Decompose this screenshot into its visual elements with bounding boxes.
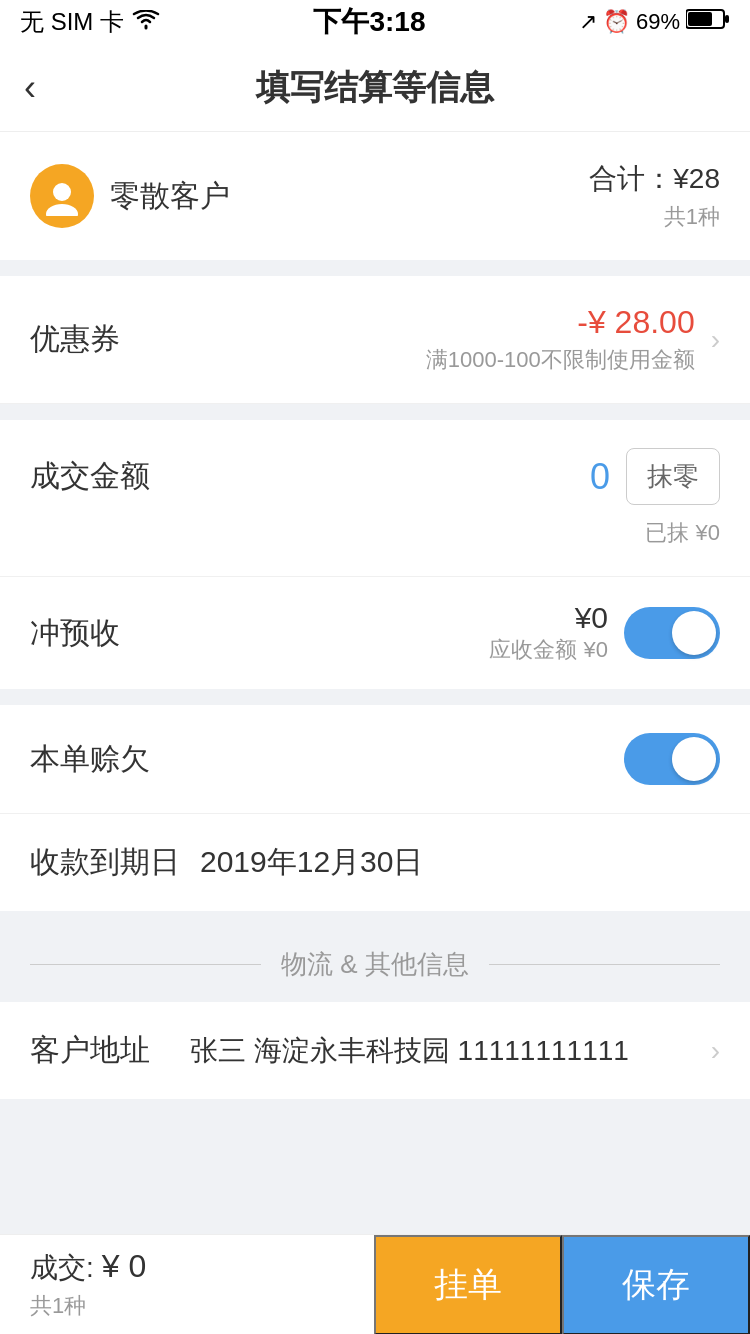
svg-rect-1 xyxy=(688,12,712,26)
deal-amount-section: 成交金额 抹零 已抹 ¥0 xyxy=(0,420,750,576)
logistics-label: 物流 & 其他信息 xyxy=(281,947,469,982)
flush-right: ¥0 应收金额 ¥0 xyxy=(489,601,720,665)
flush-value-area: ¥0 应收金额 ¥0 xyxy=(489,601,608,665)
debt-toggle-knob xyxy=(672,737,716,781)
bottom-spacer xyxy=(0,1115,750,1235)
customer-count: 共1种 xyxy=(589,202,720,232)
bottom-deal-label: 成交: xyxy=(30,1249,94,1287)
status-bar: 无 SIM 卡 下午3:18 ↗ ⏰ 69% xyxy=(0,0,750,44)
battery-percent: 69% xyxy=(636,9,680,35)
bottom-deal-value: ¥ 0 xyxy=(102,1248,146,1285)
avatar xyxy=(30,164,94,228)
status-left: 无 SIM 卡 xyxy=(20,6,160,38)
address-value: 张三 海淀永丰科技园 11111111111 xyxy=(190,1032,691,1070)
deal-amount-right: 抹零 xyxy=(530,448,720,505)
customer-section: 零散客户 合计：¥28 共1种 xyxy=(0,132,750,260)
wifi-icon xyxy=(132,8,160,36)
bottom-deal: 成交: ¥ 0 xyxy=(30,1248,344,1287)
customer-name: 零散客户 xyxy=(110,176,230,217)
customer-row: 零散客户 合计：¥28 共1种 xyxy=(0,132,750,260)
svg-point-4 xyxy=(46,204,78,216)
svg-point-3 xyxy=(53,183,71,201)
flush-toggle[interactable] xyxy=(624,607,720,659)
debt-label: 本单赊欠 xyxy=(30,739,150,780)
flush-sub: 应收金额 ¥0 xyxy=(489,635,608,665)
status-time: 下午3:18 xyxy=(313,3,425,41)
customer-right: 合计：¥28 共1种 xyxy=(589,160,720,232)
back-button[interactable]: ‹ xyxy=(24,67,36,109)
address-row[interactable]: 客户地址 张三 海淀永丰科技园 11111111111 › xyxy=(0,1002,750,1099)
debt-row: 本单赊欠 xyxy=(0,705,750,813)
logistics-line-left xyxy=(30,964,261,965)
due-date-row: 收款到期日 2019年12月30日 xyxy=(0,813,750,911)
debt-section: 本单赊欠 收款到期日 2019年12月30日 xyxy=(0,705,750,911)
deal-amount-input[interactable] xyxy=(530,456,610,498)
battery-icon xyxy=(686,8,730,36)
coupon-chevron-icon: › xyxy=(711,324,720,356)
nav-bar: ‹ 填写结算等信息 xyxy=(0,44,750,132)
pending-button[interactable]: 挂单 xyxy=(374,1235,562,1335)
logistics-line-right xyxy=(489,964,720,965)
round-zero-button[interactable]: 抹零 xyxy=(626,448,720,505)
coupon-section: 优惠券 -¥ 28.00 满1000-100不限制使用金额 › xyxy=(0,276,750,404)
coupon-value-area: -¥ 28.00 满1000-100不限制使用金额 xyxy=(426,304,695,375)
no-sim-text: 无 SIM 卡 xyxy=(20,6,124,38)
due-date: 2019年12月30日 xyxy=(200,842,423,883)
bottom-count: 共1种 xyxy=(30,1291,344,1321)
address-chevron-icon: › xyxy=(711,1035,720,1067)
deal-amount-label: 成交金额 xyxy=(30,456,150,497)
bottom-info: 成交: ¥ 0 共1种 xyxy=(0,1248,374,1321)
address-label: 客户地址 xyxy=(30,1030,150,1071)
save-button[interactable]: 保存 xyxy=(562,1235,750,1335)
deal-amount-row: 成交金额 抹零 xyxy=(30,448,720,505)
coupon-discount: -¥ 28.00 xyxy=(426,304,695,341)
coupon-row[interactable]: 优惠券 -¥ 28.00 满1000-100不限制使用金额 › xyxy=(0,276,750,404)
flush-toggle-knob xyxy=(672,611,716,655)
status-right: ↗ ⏰ 69% xyxy=(579,8,730,36)
address-section: 客户地址 张三 海淀永丰科技园 11111111111 › xyxy=(0,1002,750,1099)
alarm-icon: ⏰ xyxy=(603,9,630,35)
debt-toggle[interactable] xyxy=(624,733,720,785)
location-icon: ↗ xyxy=(579,9,597,35)
logistics-divider: 物流 & 其他信息 xyxy=(0,927,750,1002)
customer-total: 合计：¥28 xyxy=(589,160,720,198)
flush-label: 冲预收 xyxy=(30,613,120,654)
page-title: 填写结算等信息 xyxy=(256,65,494,111)
coupon-right: -¥ 28.00 满1000-100不限制使用金额 › xyxy=(426,304,720,375)
flush-value: ¥0 xyxy=(489,601,608,635)
due-label: 收款到期日 xyxy=(30,842,180,883)
bottom-bar: 成交: ¥ 0 共1种 挂单 保存 xyxy=(0,1234,750,1334)
deal-flush-section: 成交金额 抹零 已抹 ¥0 冲预收 ¥0 应收金额 ¥0 xyxy=(0,420,750,689)
deal-amount-sub: 已抹 ¥0 xyxy=(645,520,720,545)
coupon-description: 满1000-100不限制使用金额 xyxy=(426,345,695,375)
customer-left: 零散客户 xyxy=(30,164,230,228)
svg-rect-2 xyxy=(725,15,729,23)
flush-preceive-row: 冲预收 ¥0 应收金额 ¥0 xyxy=(0,577,750,689)
coupon-label: 优惠券 xyxy=(30,319,120,360)
